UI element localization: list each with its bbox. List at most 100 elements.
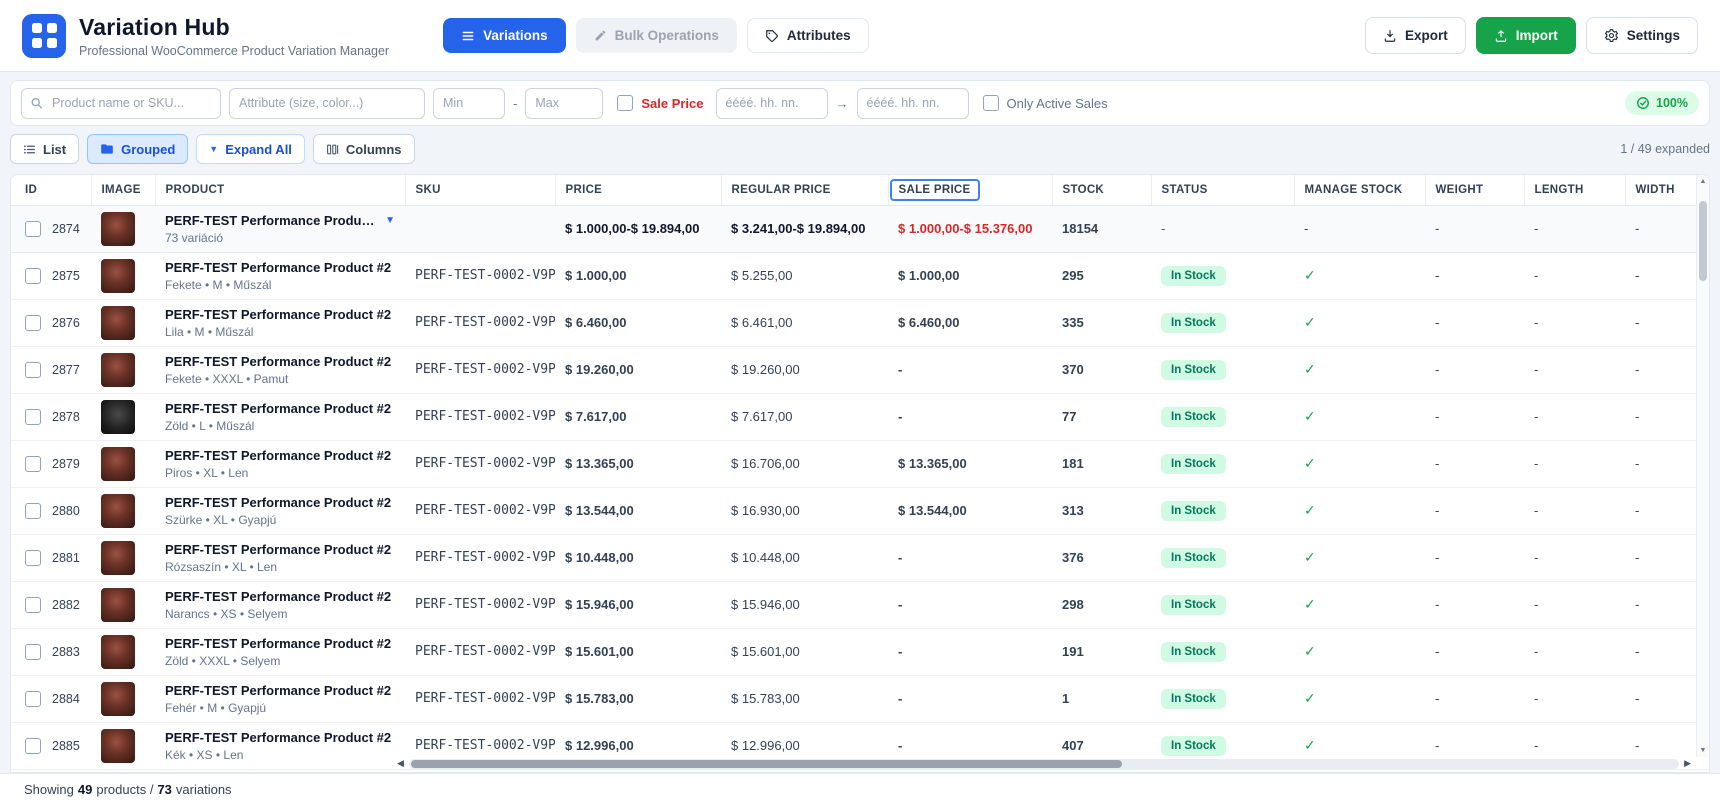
col-header-regular-price[interactable]: REGULAR PRICE — [721, 175, 889, 206]
max-price-input[interactable] — [525, 87, 604, 119]
export-button[interactable]: Export — [1364, 17, 1466, 54]
product-name: PERF-TEST Performance Product #2 — [165, 494, 392, 510]
weight-cell: - — [1425, 581, 1524, 629]
row-checkbox[interactable] — [25, 314, 41, 331]
vertical-scrollbar-thumb[interactable] — [1699, 201, 1707, 281]
sale-date-to-input[interactable] — [856, 87, 969, 119]
settings-button[interactable]: Settings — [1585, 17, 1698, 54]
col-header-sale-price[interactable]: SALE PRICE — [888, 175, 1053, 206]
length-cell: - — [1524, 346, 1625, 394]
row-checkbox[interactable] — [25, 502, 41, 519]
length-cell: - — [1524, 299, 1625, 347]
length-cell: - — [1524, 675, 1625, 723]
export-button-label: Export — [1404, 28, 1448, 43]
sale-price-checkbox[interactable] — [617, 95, 634, 111]
status-badge: In Stock — [1161, 735, 1226, 756]
only-active-sales-checkbox[interactable] — [982, 95, 999, 111]
col-header-stock[interactable]: STOCK — [1052, 175, 1152, 206]
row-checkbox[interactable] — [25, 220, 41, 237]
length-cell: - — [1524, 205, 1625, 253]
attribute-filter-input[interactable] — [229, 87, 425, 119]
product-thumbnail — [101, 540, 135, 575]
page-subtitle: Professional WooCommerce Product Variati… — [79, 43, 390, 58]
sku-cell: PERF-TEST-0002-V9P-FEK — [405, 346, 555, 394]
scroll-right-arrow-icon[interactable]: ▶ — [1684, 758, 1691, 769]
row-checkbox[interactable] — [25, 361, 41, 378]
weight-cell: - — [1425, 675, 1524, 723]
status-badge: In Stock — [1161, 453, 1226, 474]
weight-cell: - — [1425, 299, 1524, 347]
manage-stock-cell: ✓ — [1294, 487, 1425, 535]
status-badge: In Stock — [1161, 500, 1226, 521]
sale-price-cell: - — [888, 675, 1052, 723]
search-icon — [31, 98, 43, 109]
manage-stock-cell: ✓ — [1294, 252, 1425, 300]
check-circle-icon — [1637, 97, 1649, 109]
status-badge: In Stock — [1161, 265, 1226, 286]
scroll-left-arrow-icon[interactable]: ◀ — [397, 758, 404, 769]
tab-bulk-operations[interactable]: Bulk Operations — [575, 18, 737, 53]
row-checkbox[interactable] — [25, 267, 41, 284]
col-header-weight[interactable]: WEIGHT — [1425, 175, 1525, 206]
sale-price-cell: - — [888, 534, 1052, 582]
col-header-product[interactable]: PRODUCT — [155, 175, 406, 206]
row-checkbox[interactable] — [25, 549, 41, 566]
stock-cell: 1 — [1052, 675, 1151, 723]
menu-lines-icon — [462, 31, 474, 40]
row-checkbox[interactable] — [25, 737, 41, 754]
regular-price-cell: $ 3.241,00-$ 19.894,00 — [721, 205, 888, 253]
sale-price-cell: - — [888, 628, 1052, 676]
col-header-id[interactable]: ID — [11, 175, 92, 206]
expand-all-button[interactable]: ▼ Expand All — [196, 134, 305, 164]
row-checkbox[interactable] — [25, 455, 41, 472]
vertical-scrollbar[interactable]: ▲ ▼ — [1696, 175, 1709, 757]
product-name: PERF-TEST Performance Product #2 — [165, 306, 392, 322]
manage-stock-cell: ✓ — [1294, 534, 1425, 582]
scroll-up-arrow-icon[interactable]: ▲ — [1700, 178, 1707, 185]
columns-button[interactable]: Columns — [312, 134, 415, 164]
tab-variations[interactable]: Variations — [443, 18, 566, 53]
col-header-length[interactable]: LENGTH — [1524, 175, 1626, 206]
col-header-manage-stock[interactable]: MANAGE STOCK — [1294, 175, 1426, 206]
grouped-view-button[interactable]: Grouped — [87, 134, 189, 164]
stock-cell: 376 — [1052, 534, 1151, 582]
scroll-down-arrow-icon[interactable]: ▼ — [1700, 747, 1707, 754]
sale-price-filter-label: Sale Price — [641, 95, 704, 111]
row-checkbox[interactable] — [25, 690, 41, 707]
length-cell: - — [1524, 440, 1625, 488]
col-header-status[interactable]: STATUS — [1151, 175, 1295, 206]
length-cell: - — [1524, 487, 1625, 535]
app-header: Variation Hub Professional WooCommerce P… — [0, 0, 1720, 72]
col-header-image[interactable]: IMAGE — [91, 175, 156, 206]
search-input[interactable] — [21, 87, 221, 119]
product-thumbnail — [101, 258, 135, 293]
regular-price-cell: $ 15.783,00 — [721, 675, 888, 723]
row-checkbox[interactable] — [25, 596, 41, 613]
sale-date-from-input[interactable] — [715, 87, 828, 119]
horizontal-scrollbar-thumb[interactable] — [410, 759, 1123, 768]
horizontal-scrollbar-track[interactable] — [408, 758, 1680, 769]
variations-table-body: 2874 PERF-TEST Performance Product #2 ▼ … — [11, 205, 1709, 770]
col-header-price[interactable]: PRICE — [555, 175, 722, 206]
main-tabs: Variations Bulk Operations Attributes — [443, 18, 869, 53]
col-header-sku[interactable]: SKU — [405, 175, 556, 206]
min-price-input[interactable] — [433, 87, 505, 119]
stock-cell: 295 — [1052, 252, 1151, 300]
weight-cell: - — [1425, 534, 1524, 582]
list-view-button[interactable]: List — [10, 134, 80, 164]
row-checkbox[interactable] — [25, 408, 41, 425]
horizontal-scrollbar[interactable]: ◀ ▶ — [397, 757, 1691, 770]
sale-price-header-focus: SALE PRICE — [889, 178, 980, 201]
header-actions: Export Import Settings — [1364, 17, 1698, 54]
table-row: 2877 PERF-TEST Performance Product #2 ▼ … — [11, 346, 1709, 394]
tab-attributes[interactable]: Attributes — [746, 18, 869, 53]
collapse-caret-icon[interactable]: ▼ — [385, 215, 395, 226]
only-active-sales-label: Only Active Sales — [1006, 95, 1108, 111]
row-checkbox[interactable] — [25, 643, 41, 660]
price-cell: $ 15.946,00 — [555, 581, 721, 629]
stock-cell: 313 — [1052, 487, 1151, 535]
download-icon — [1384, 29, 1396, 42]
import-button[interactable]: Import — [1475, 17, 1576, 54]
price-range-separator: - — [513, 95, 518, 111]
weight-cell: - — [1425, 628, 1524, 676]
